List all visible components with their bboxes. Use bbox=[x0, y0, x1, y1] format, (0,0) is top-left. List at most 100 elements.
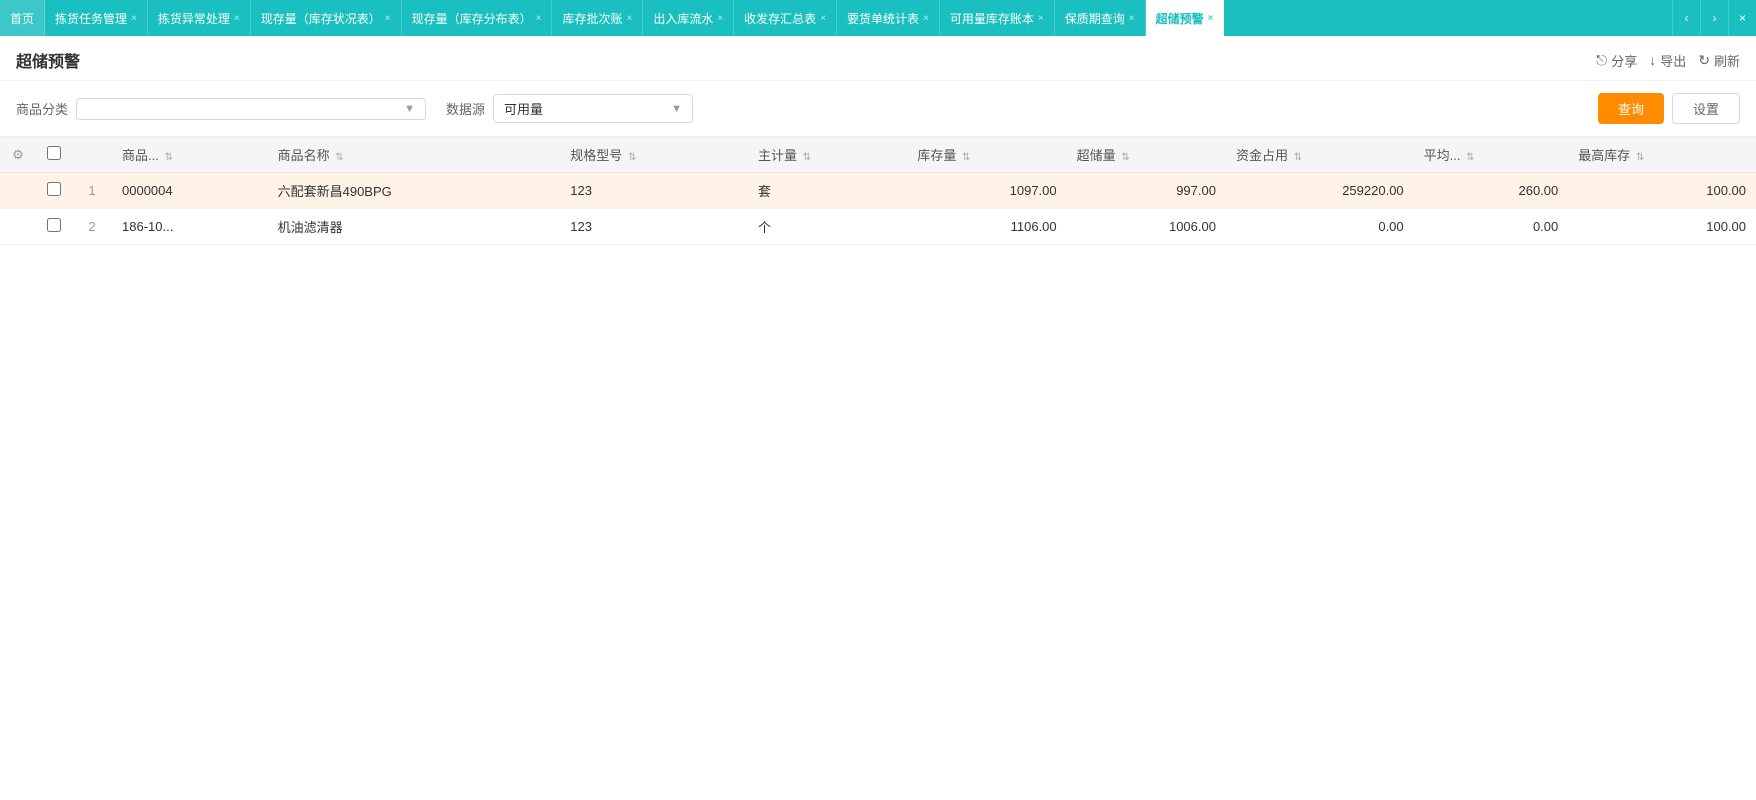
nav-next-button[interactable]: › bbox=[1700, 0, 1728, 36]
nav-tab-4-close[interactable]: × bbox=[536, 13, 542, 24]
td-maxstock-1: 100.00 bbox=[1568, 173, 1756, 209]
refresh-label: 刷新 bbox=[1714, 51, 1740, 70]
nav-tab-3[interactable]: 现存量（库存状况表） × bbox=[251, 0, 402, 36]
nav-tab-10[interactable]: 保质期查询 × bbox=[1055, 0, 1146, 36]
nav-tab-active-close[interactable]: × bbox=[1208, 13, 1214, 24]
nav-tab-2[interactable]: 拣货异常处理 × bbox=[148, 0, 251, 36]
nav-tab-1-close[interactable]: × bbox=[131, 13, 137, 24]
th-over-sort-icon: ⇅ bbox=[1121, 152, 1129, 163]
nav-tab-9[interactable]: 可用量库存账本 × bbox=[940, 0, 1055, 36]
th-unit[interactable]: 主计量 ⇅ bbox=[748, 137, 907, 173]
th-name[interactable]: 商品名称 ⇅ bbox=[268, 137, 561, 173]
nav-tab-7-label: 收发存汇总表 bbox=[744, 10, 816, 27]
gear-icon[interactable]: ⚙ bbox=[12, 147, 24, 162]
td-checkbox-2 bbox=[36, 209, 72, 245]
datasource-label: 数据源 bbox=[446, 99, 485, 118]
nav-tab-1[interactable]: 拣货任务管理 × bbox=[45, 0, 148, 36]
td-capital-1: 259220.00 bbox=[1226, 173, 1414, 209]
th-code-sort-icon: ⇅ bbox=[164, 152, 172, 163]
th-name-label: 商品名称 bbox=[278, 148, 330, 163]
nav-tab-10-close[interactable]: × bbox=[1129, 13, 1135, 24]
th-spec[interactable]: 规格型号 ⇅ bbox=[560, 137, 748, 173]
th-gear: ⚙ bbox=[0, 137, 36, 173]
table-row: 1 0000004 六配套新昌490BPG 123 套 1097.00 997.… bbox=[0, 173, 1756, 209]
nav-tab-3-close[interactable]: × bbox=[385, 13, 391, 24]
nav-more-button[interactable]: × bbox=[1728, 0, 1756, 36]
share-button[interactable]: ⎋ 分享 bbox=[1596, 51, 1637, 70]
datasource-value: 可用量 bbox=[504, 99, 543, 118]
row-2-checkbox[interactable] bbox=[47, 218, 61, 232]
td-maxstock-2: 100.00 bbox=[1568, 209, 1756, 245]
nav-tab-8-label: 要货单统计表 bbox=[847, 10, 919, 27]
th-avg-label: 平均... bbox=[1424, 148, 1461, 163]
nav-tab-6-close[interactable]: × bbox=[717, 13, 723, 24]
td-over-2: 1006.00 bbox=[1067, 209, 1226, 245]
nav-tab-7-close[interactable]: × bbox=[820, 13, 826, 24]
nav-tab-4[interactable]: 现存量（库存分布表） × bbox=[402, 0, 553, 36]
table-container: ⚙ 商品... ⇅ 商品名称 ⇅ 规格型号 bbox=[0, 137, 1756, 245]
nav-tab-5[interactable]: 库存批次账 × bbox=[552, 0, 643, 36]
filter-actions: 查询 设置 bbox=[1598, 93, 1740, 124]
th-maxstock[interactable]: 最高库存 ⇅ bbox=[1568, 137, 1756, 173]
category-filter: 商品分类 ▼ bbox=[16, 98, 426, 120]
td-capital-2: 0.00 bbox=[1226, 209, 1414, 245]
category-select[interactable]: ▼ bbox=[76, 98, 426, 120]
th-avg[interactable]: 平均... ⇅ bbox=[1414, 137, 1569, 173]
td-stock-1: 1097.00 bbox=[907, 173, 1066, 209]
refresh-button[interactable]: ↻ 刷新 bbox=[1698, 51, 1740, 70]
nav-tab-5-label: 库存批次账 bbox=[562, 10, 622, 27]
td-avg-2: 0.00 bbox=[1414, 209, 1569, 245]
td-num-1: 1 bbox=[72, 173, 112, 209]
th-maxstock-label: 最高库存 bbox=[1578, 148, 1630, 163]
th-avg-sort-icon: ⇅ bbox=[1466, 152, 1474, 163]
th-checkbox bbox=[36, 137, 72, 173]
td-spec-1: 123 bbox=[560, 173, 748, 209]
nav-prev-button[interactable]: ‹ bbox=[1672, 0, 1700, 36]
nav-tab-active[interactable]: 超储预警 × bbox=[1146, 0, 1225, 36]
nav-tab-2-label: 拣货异常处理 bbox=[158, 10, 230, 27]
export-button[interactable]: ↓ 导出 bbox=[1649, 51, 1686, 70]
nav-tab-9-label: 可用量库存账本 bbox=[950, 10, 1034, 27]
nav-tab-2-close[interactable]: × bbox=[234, 13, 240, 24]
page-container: 超储预警 ⎋ 分享 ↓ 导出 ↻ 刷新 商品分类 ▼ 数据源 bbox=[0, 36, 1756, 800]
refresh-icon: ↻ bbox=[1698, 52, 1710, 69]
nav-tab-7[interactable]: 收发存汇总表 × bbox=[734, 0, 837, 36]
share-label: 分享 bbox=[1611, 51, 1637, 70]
th-spec-sort-icon: ⇅ bbox=[628, 152, 636, 163]
datasource-select[interactable]: 可用量 ▼ bbox=[493, 94, 693, 123]
row-1-checkbox[interactable] bbox=[47, 182, 61, 196]
td-over-1: 997.00 bbox=[1067, 173, 1226, 209]
td-num-2: 2 bbox=[72, 209, 112, 245]
th-capital-label: 资金占用 bbox=[1236, 148, 1288, 163]
datasource-filter: 数据源 可用量 ▼ bbox=[446, 94, 693, 123]
th-over[interactable]: 超储量 ⇅ bbox=[1067, 137, 1226, 173]
category-label: 商品分类 bbox=[16, 99, 68, 118]
query-button[interactable]: 查询 bbox=[1598, 93, 1664, 124]
th-capital[interactable]: 资金占用 ⇅ bbox=[1226, 137, 1414, 173]
nav-tab-home[interactable]: 首页 bbox=[0, 0, 45, 36]
td-gear-1 bbox=[0, 173, 36, 209]
th-maxstock-sort-icon: ⇅ bbox=[1636, 152, 1644, 163]
td-gear-2 bbox=[0, 209, 36, 245]
settings-button[interactable]: 设置 bbox=[1672, 93, 1740, 124]
nav-tab-9-close[interactable]: × bbox=[1038, 13, 1044, 24]
nav-tab-6[interactable]: 出入库流水 × bbox=[643, 0, 734, 36]
nav-tab-8-close[interactable]: × bbox=[923, 13, 929, 24]
nav-tab-8[interactable]: 要货单统计表 × bbox=[837, 0, 940, 36]
export-label: 导出 bbox=[1660, 51, 1686, 70]
nav-tab-3-label: 现存量（库存状况表） bbox=[261, 10, 381, 27]
th-unit-sort-icon: ⇅ bbox=[803, 152, 811, 163]
th-code-label: 商品... bbox=[122, 148, 159, 163]
nav-tab-5-close[interactable]: × bbox=[626, 13, 632, 24]
th-name-sort-icon: ⇅ bbox=[335, 152, 343, 163]
th-stock[interactable]: 库存量 ⇅ bbox=[907, 137, 1066, 173]
th-stock-label: 库存量 bbox=[917, 148, 956, 163]
page-title: 超储预警 bbox=[16, 48, 80, 72]
th-code[interactable]: 商品... ⇅ bbox=[112, 137, 268, 173]
data-table: ⚙ 商品... ⇅ 商品名称 ⇅ 规格型号 bbox=[0, 137, 1756, 245]
select-all-checkbox[interactable] bbox=[47, 146, 61, 160]
td-code-1: 0000004 bbox=[112, 173, 268, 209]
td-stock-2: 1106.00 bbox=[907, 209, 1066, 245]
nav-tab-1-label: 拣货任务管理 bbox=[55, 10, 127, 27]
td-name-1: 六配套新昌490BPG bbox=[268, 173, 561, 209]
